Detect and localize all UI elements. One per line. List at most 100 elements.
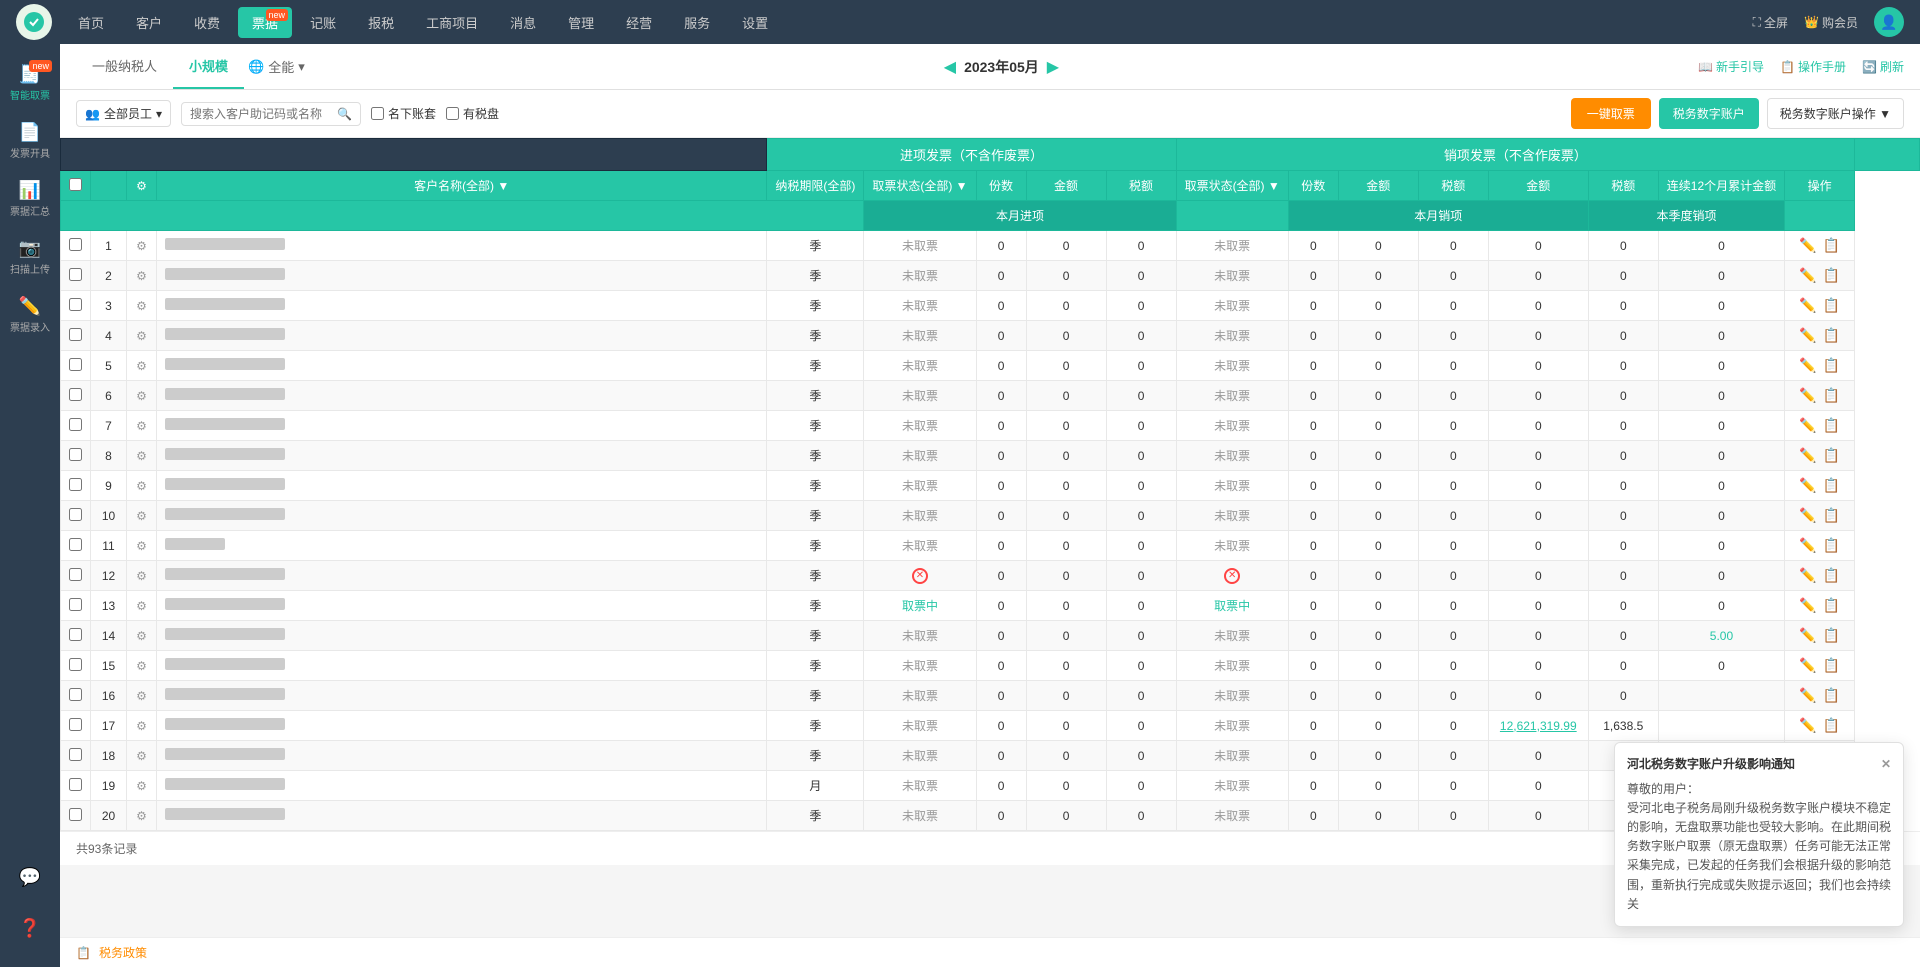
copy-icon[interactable]: 📋 [1823,597,1840,614]
copy-icon[interactable]: 📋 [1823,297,1840,314]
row-checkbox[interactable] [69,268,82,281]
gear-icon[interactable]: ⚙ [136,389,147,403]
row-checkbox[interactable] [69,328,82,341]
next-month-button[interactable]: ▶ [1047,57,1059,77]
gear-icon[interactable]: ⚙ [136,419,147,433]
edit-icon[interactable]: ✏️ [1799,717,1816,734]
nav-message[interactable]: 消息 [496,7,550,38]
tab-general-taxpayer[interactable]: 一般纳税人 [76,44,173,89]
row-checkbox[interactable] [69,508,82,521]
gear-icon[interactable]: ⚙ [136,749,147,763]
row-checkbox[interactable] [69,358,82,371]
sidebar-item-smart-invoice[interactable]: 🧾 智能取票 new [0,54,60,112]
copy-icon[interactable]: 📋 [1823,447,1840,464]
nav-accounting[interactable]: 记账 [296,7,350,38]
copy-icon[interactable]: 📋 [1823,417,1840,434]
row-checkbox[interactable] [69,448,82,461]
edit-icon[interactable]: ✏️ [1799,357,1816,374]
edit-icon[interactable]: ✏️ [1799,537,1816,554]
nav-client[interactable]: 客户 [122,7,176,38]
sidebar-chat-icon[interactable]: 💬 [19,857,41,900]
edit-icon[interactable]: ✏️ [1799,657,1816,674]
gear-icon[interactable]: ⚙ [136,659,147,673]
sidebar-item-invoice-summary[interactable]: 📊 票据汇总 [0,170,60,228]
edit-icon[interactable]: ✏️ [1799,387,1816,404]
nav-service[interactable]: 服务 [670,7,724,38]
manual-link[interactable]: 📋 操作手册 [1780,58,1846,75]
gear-icon[interactable]: ⚙ [136,629,147,643]
sidebar-item-scan-upload[interactable]: 📷 扫描上传 [0,228,60,286]
header-client-name[interactable]: 客户名称(全部) ▼ [157,171,767,201]
copy-icon[interactable]: 📋 [1823,327,1840,344]
gear-icon[interactable]: ⚙ [136,479,147,493]
copy-icon[interactable]: 📋 [1823,657,1840,674]
row-checkbox[interactable] [69,568,82,581]
sub-account-checkbox-label[interactable]: 名下账套 [371,105,436,122]
edit-icon[interactable]: ✏️ [1799,327,1816,344]
nav-manage[interactable]: 管理 [554,7,608,38]
gear-icon[interactable]: ⚙ [136,809,147,823]
nav-fee[interactable]: 收费 [180,7,234,38]
edit-icon[interactable]: ✏️ [1799,477,1816,494]
gear-icon[interactable]: ⚙ [136,299,147,313]
nav-operation[interactable]: 经营 [612,7,666,38]
row-checkbox[interactable] [69,598,82,611]
copy-icon[interactable]: 📋 [1823,537,1840,554]
member-btn[interactable]: 👑 购会员 [1804,14,1858,31]
new-guide-link[interactable]: 📖 新手引导 [1698,58,1764,75]
header-in-status[interactable]: 取票状态(全部) ▼ [864,171,976,201]
copy-icon[interactable]: 📋 [1823,237,1840,254]
fullscreen-btn[interactable]: ⛶ 全屏 [1753,14,1788,31]
tab-small-scale[interactable]: 小规模 [173,44,244,89]
row-checkbox[interactable] [69,688,82,701]
nav-business[interactable]: 工商项目 [412,7,492,38]
row-checkbox[interactable] [69,628,82,641]
gear-icon[interactable]: ⚙ [136,719,147,733]
gear-icon[interactable]: ⚙ [136,599,147,613]
header-out-status[interactable]: 取票状态(全部) ▼ [1176,171,1288,201]
copy-icon[interactable]: 📋 [1823,477,1840,494]
tax-digital-button[interactable]: 税务数字账户 [1659,98,1759,129]
select-all-checkbox[interactable] [69,178,82,191]
popup-close-button[interactable]: ✕ [1881,755,1891,774]
copy-icon[interactable]: 📋 [1823,267,1840,284]
copy-icon[interactable]: 📋 [1823,567,1840,584]
copy-icon[interactable]: 📋 [1823,627,1840,644]
row-checkbox[interactable] [69,808,82,821]
edit-icon[interactable]: ✏️ [1799,237,1816,254]
row-checkbox[interactable] [69,388,82,401]
tax-disk-checkbox-label[interactable]: 有税盘 [446,105,499,122]
search-input[interactable] [190,107,333,121]
edit-icon[interactable]: ✏️ [1799,447,1816,464]
edit-icon[interactable]: ✏️ [1799,597,1816,614]
edit-icon[interactable]: ✏️ [1799,297,1816,314]
edit-icon[interactable]: ✏️ [1799,627,1816,644]
edit-icon[interactable]: ✏️ [1799,507,1816,524]
row-checkbox[interactable] [69,748,82,761]
sidebar-item-open-invoice[interactable]: 📄 发票开具 [0,112,60,170]
gear-icon[interactable]: ⚙ [136,689,147,703]
refresh-link[interactable]: 🔄 刷新 [1862,58,1904,75]
gear-icon[interactable]: ⚙ [136,779,147,793]
copy-icon[interactable]: 📋 [1823,687,1840,704]
avatar[interactable]: 👤 [1874,7,1904,37]
gear-icon[interactable]: ⚙ [136,269,147,283]
row-checkbox[interactable] [69,298,82,311]
gear-icon[interactable]: ⚙ [136,449,147,463]
nav-settings[interactable]: 设置 [728,7,782,38]
header-tax-period[interactable]: 纳税期限(全部) [767,171,864,201]
row-checkbox[interactable] [69,718,82,731]
row-checkbox[interactable] [69,658,82,671]
nav-home[interactable]: 首页 [64,7,118,38]
row-checkbox[interactable] [69,478,82,491]
sidebar-help-icon[interactable]: ❓ [19,908,41,951]
edit-icon[interactable]: ✏️ [1799,417,1816,434]
gear-icon[interactable]: ⚙ [136,569,147,583]
one-click-fetch-button[interactable]: 一键取票 [1571,98,1651,129]
nav-tax[interactable]: 报税 [354,7,408,38]
row-checkbox[interactable] [69,418,82,431]
nav-invoice[interactable]: 票据 new [238,7,292,38]
gear-icon[interactable]: ⚙ [136,539,147,553]
copy-icon[interactable]: 📋 [1823,387,1840,404]
gear-icon[interactable]: ⚙ [136,329,147,343]
